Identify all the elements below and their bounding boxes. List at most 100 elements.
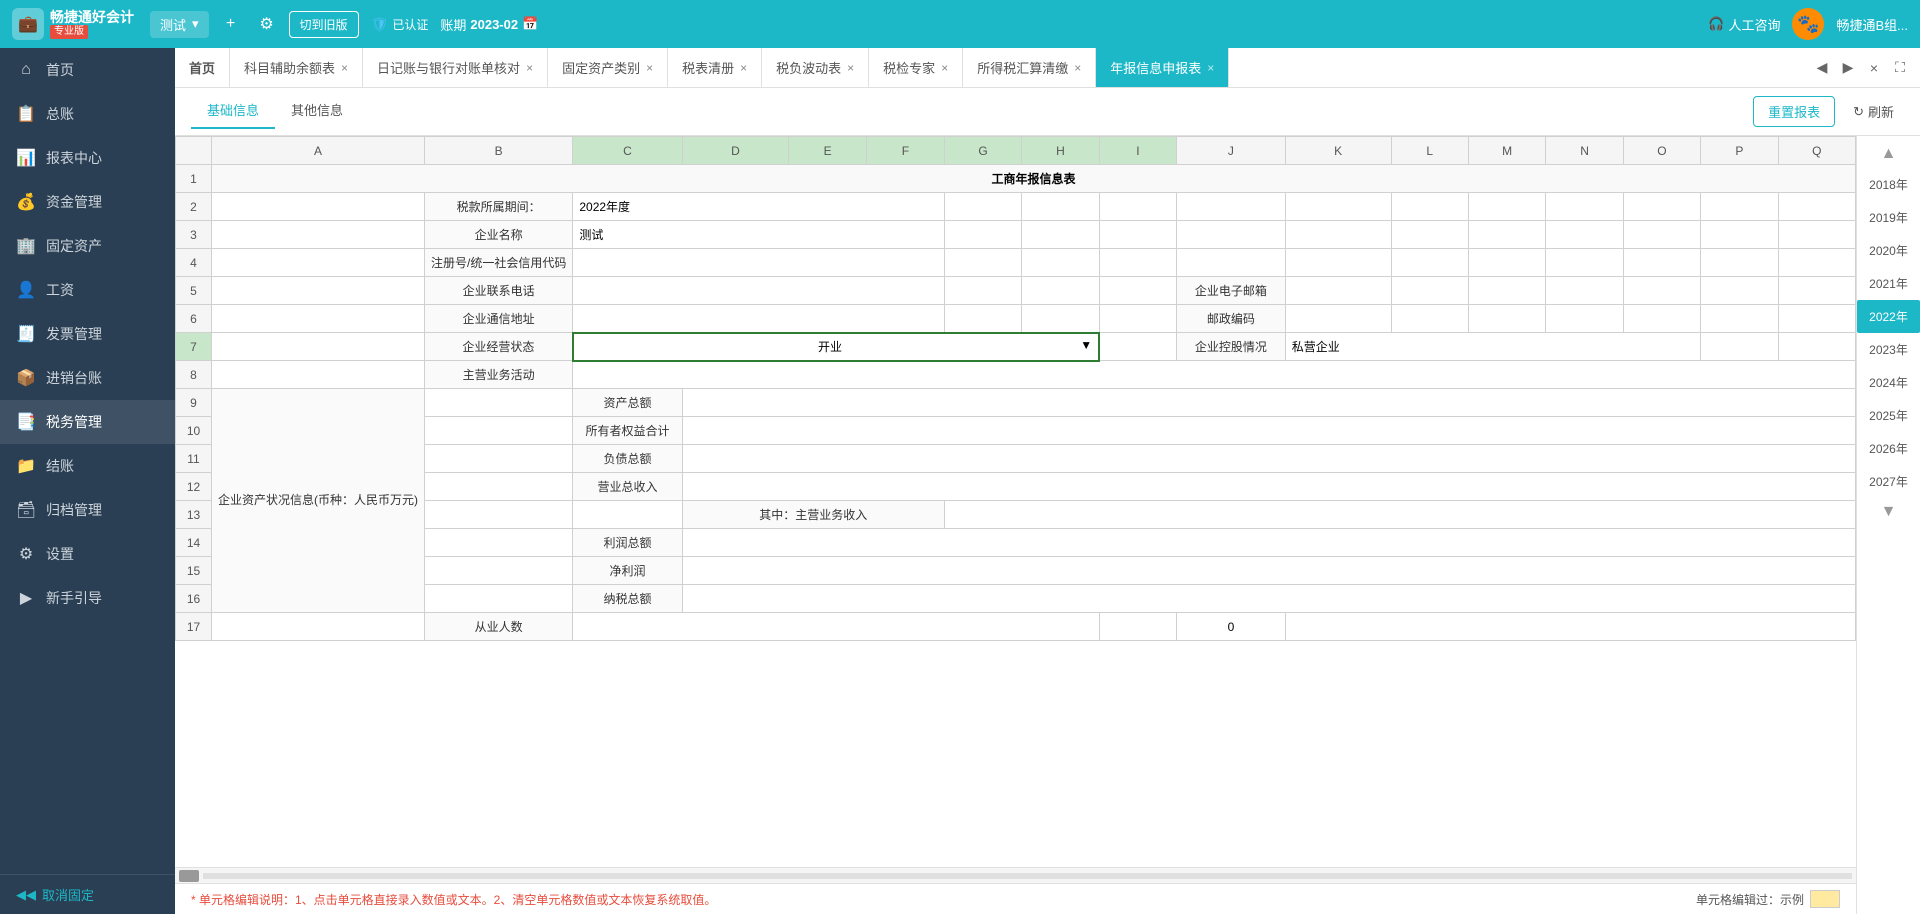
tab-annual-report[interactable]: 年报信息申报表 ×	[1096, 48, 1229, 87]
cell-5q[interactable]	[1778, 277, 1855, 305]
tab-other-info[interactable]: 其他信息	[275, 94, 359, 129]
cell-4l[interactable]	[1391, 249, 1468, 277]
sidebar-item-closing[interactable]: 📁 结账	[0, 444, 175, 488]
row-header-12[interactable]: 12	[176, 473, 212, 501]
col-header-e[interactable]: E	[789, 137, 867, 165]
cell-4m[interactable]	[1468, 249, 1545, 277]
col-header-i[interactable]: I	[1099, 137, 1176, 165]
cell-5l[interactable]	[1391, 277, 1468, 305]
col-header-d[interactable]: D	[682, 137, 789, 165]
col-header-h[interactable]: H	[1022, 137, 1099, 165]
cell-6n[interactable]	[1546, 305, 1623, 333]
sidebar-item-wages[interactable]: 👤 工资	[0, 268, 175, 312]
cell-2c[interactable]: 2022年度	[573, 193, 945, 221]
cell-15d[interactable]	[682, 557, 1855, 585]
sidebar-item-capital[interactable]: 💰 资金管理	[0, 180, 175, 224]
tab-tax-return[interactable]: 税表清册 ×	[668, 48, 762, 87]
col-header-n[interactable]: N	[1546, 137, 1623, 165]
cell-8b[interactable]: 主营业务活动	[425, 361, 573, 389]
year-nav-up[interactable]: ▲	[1875, 140, 1903, 168]
cell-3j[interactable]	[1177, 221, 1286, 249]
cell-6p[interactable]	[1701, 305, 1778, 333]
cell-3m[interactable]	[1468, 221, 1545, 249]
cell-7i[interactable]	[1099, 333, 1176, 361]
cell-14d[interactable]	[682, 529, 1855, 557]
year-2025[interactable]: 2025年	[1857, 399, 1920, 432]
year-2019[interactable]: 2019年	[1857, 201, 1920, 234]
tab-annual-report-close[interactable]: ×	[1207, 61, 1214, 75]
cell-4k[interactable]	[1285, 249, 1391, 277]
tab-close-all[interactable]: ×	[1862, 56, 1886, 80]
year-2022[interactable]: 2022年	[1857, 300, 1920, 333]
cell-15b[interactable]	[425, 557, 573, 585]
cell-13g[interactable]	[944, 501, 1855, 529]
tab-tax-calc-close[interactable]: ×	[1074, 61, 1081, 75]
cell-5m[interactable]	[1468, 277, 1545, 305]
cell-11d[interactable]	[682, 445, 1855, 473]
tab-tax-expert-close[interactable]: ×	[941, 61, 948, 75]
col-header-k[interactable]: K	[1285, 137, 1391, 165]
tab-tax-wave[interactable]: 税负波动表 ×	[762, 48, 869, 87]
cell-2i[interactable]	[1099, 193, 1176, 221]
calendar-icon[interactable]: 📅	[522, 16, 538, 32]
row-header-7[interactable]: 7	[176, 333, 212, 361]
cell-5o[interactable]	[1623, 277, 1700, 305]
row-header-5[interactable]: 5	[176, 277, 212, 305]
cell-5g[interactable]	[944, 277, 1021, 305]
cell-14b[interactable]	[425, 529, 573, 557]
cell-4p[interactable]	[1701, 249, 1778, 277]
cell-9a-merged[interactable]: 企业资产状况信息(币种：人民币万元)	[212, 389, 425, 613]
cell-7q[interactable]	[1778, 333, 1855, 361]
cell-5k[interactable]	[1285, 277, 1391, 305]
col-header-g[interactable]: G	[944, 137, 1021, 165]
cell-6i[interactable]	[1099, 305, 1176, 333]
row-header-13[interactable]: 13	[176, 501, 212, 529]
cell-4o[interactable]	[1623, 249, 1700, 277]
col-header-j[interactable]: J	[1177, 137, 1286, 165]
tab-basic-info[interactable]: 基础信息	[191, 94, 275, 129]
cell-6b[interactable]: 企业通信地址	[425, 305, 573, 333]
cell-14c[interactable]: 利润总额	[573, 529, 682, 557]
cell-3l[interactable]	[1391, 221, 1468, 249]
cell-13b[interactable]	[425, 501, 573, 529]
col-header-q[interactable]: Q	[1778, 137, 1855, 165]
avatar[interactable]: 🐾	[1792, 8, 1824, 40]
cell-12c[interactable]: 营业总收入	[573, 473, 682, 501]
cell-16c[interactable]: 纳税总额	[573, 585, 682, 613]
cell-13c[interactable]	[573, 501, 682, 529]
row-header-14[interactable]: 14	[176, 529, 212, 557]
cell-10d[interactable]	[682, 417, 1855, 445]
row-header-3[interactable]: 3	[176, 221, 212, 249]
row-header-9[interactable]: 9	[176, 389, 212, 417]
cell-16d[interactable]	[682, 585, 1855, 613]
cell-3n[interactable]	[1546, 221, 1623, 249]
cell-6k[interactable]	[1285, 305, 1391, 333]
cell-3p[interactable]	[1701, 221, 1778, 249]
year-2021[interactable]: 2021年	[1857, 267, 1920, 300]
cell-4q[interactable]	[1778, 249, 1855, 277]
cell-2a[interactable]	[212, 193, 425, 221]
add-button[interactable]: +	[217, 10, 245, 38]
sidebar-item-invoice[interactable]: 🧾 发票管理	[0, 312, 175, 356]
cell-17b[interactable]: 从业人数	[425, 613, 573, 641]
cell-4n[interactable]	[1546, 249, 1623, 277]
row-header-2[interactable]: 2	[176, 193, 212, 221]
sidebar-item-inventory[interactable]: 📦 进销台账	[0, 356, 175, 400]
cell-2b[interactable]: 税款所属期间：	[425, 193, 573, 221]
row-header-15[interactable]: 15	[176, 557, 212, 585]
sidebar-item-home[interactable]: ⌂ 首页	[0, 48, 175, 92]
sidebar-item-ledger[interactable]: 📋 总账	[0, 92, 175, 136]
cell-2m[interactable]	[1468, 193, 1545, 221]
cell-title[interactable]: 工商年报信息表	[212, 165, 1856, 193]
reset-button[interactable]: 重置报表	[1753, 96, 1835, 127]
cell-13d[interactable]: 其中：主营业务收入	[682, 501, 944, 529]
cell-10c[interactable]: 所有者权益合计	[573, 417, 682, 445]
col-header-l[interactable]: L	[1391, 137, 1468, 165]
cell-5n[interactable]	[1546, 277, 1623, 305]
cell-6h[interactable]	[1022, 305, 1099, 333]
cell-6g[interactable]	[944, 305, 1021, 333]
sidebar-item-reports[interactable]: 📊 报表中心	[0, 136, 175, 180]
tab-tax-wave-close[interactable]: ×	[847, 61, 854, 75]
row-header-6[interactable]: 6	[176, 305, 212, 333]
cell-5c[interactable]	[573, 277, 945, 305]
